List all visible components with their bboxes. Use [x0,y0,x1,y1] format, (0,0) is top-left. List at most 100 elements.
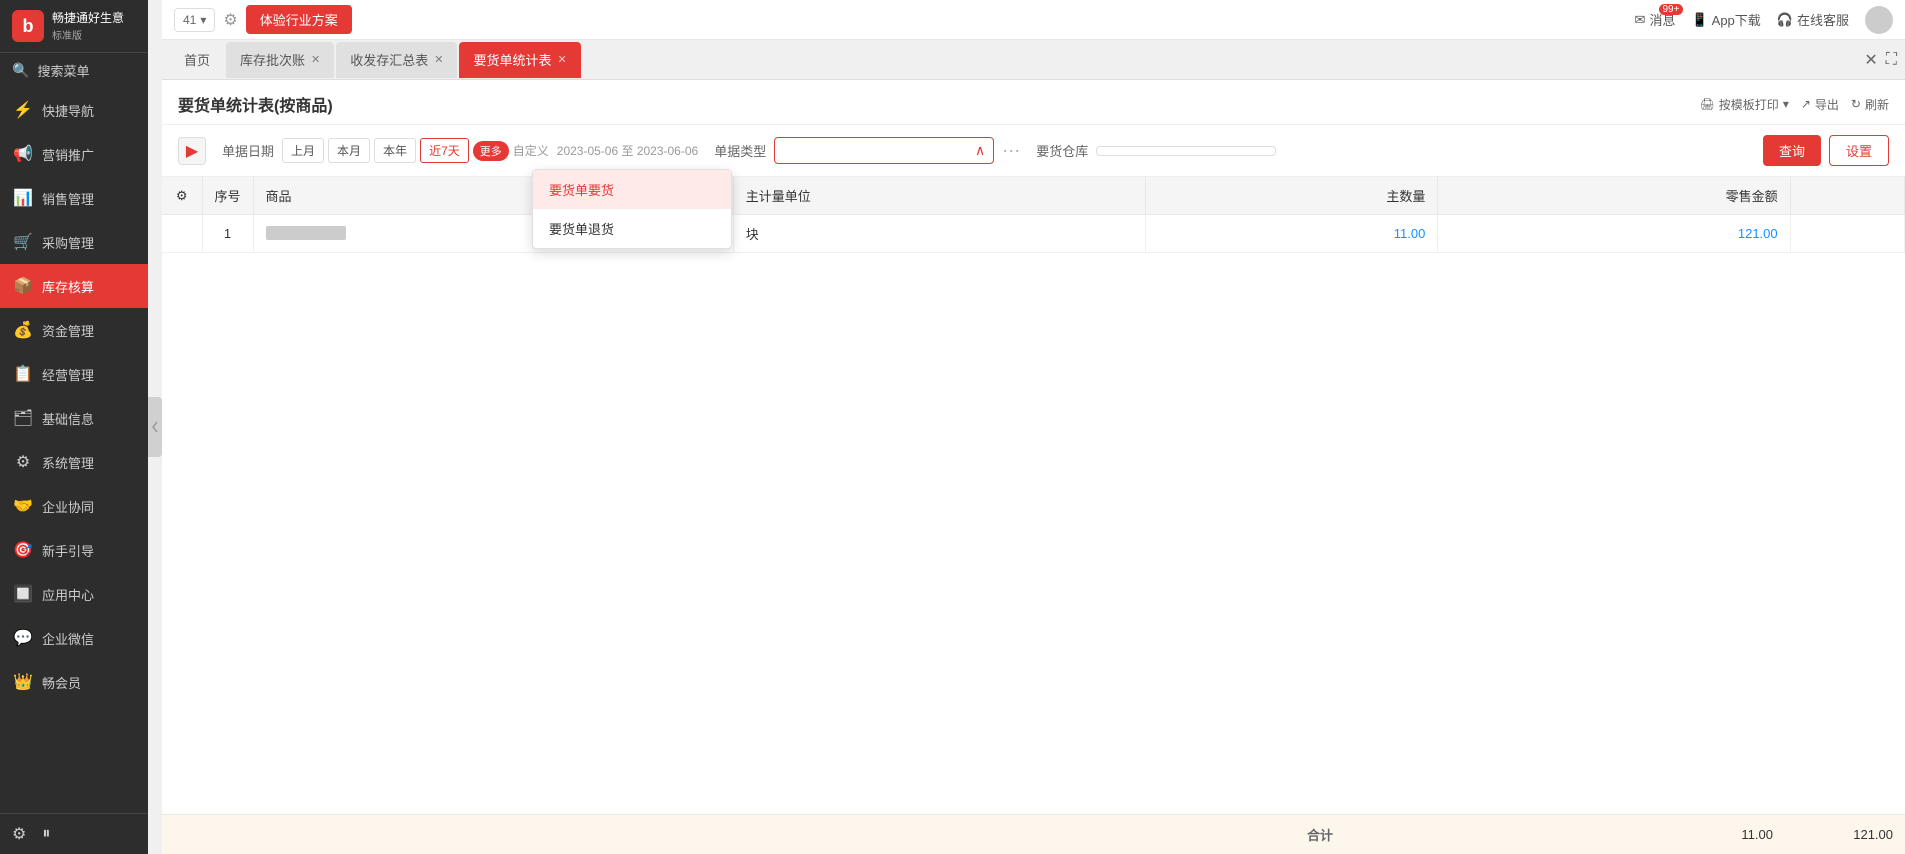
date-btn-7days[interactable]: 近7天 [420,138,469,163]
sales-icon: 📊 [12,187,34,209]
sidebar: b 畅捷通好生意 标准版 🔍 搜索菜单 ⚡ 快捷导航 📢 营销推广 📊 销售管理… [0,0,148,854]
wechat-icon: 💬 [12,627,34,649]
date-btn-more[interactable]: 更多 [473,141,509,161]
col-extra-header [1790,177,1904,215]
qty-link[interactable]: 11.00 [1394,226,1426,241]
sidebar-item-guide[interactable]: 🎯 新手引导 [0,528,148,572]
sidebar-item-member[interactable]: 👑 畅会员 [0,660,148,704]
logo-name: 畅捷通好生意 [52,10,124,27]
tab-close-all-icon[interactable]: ✕ [1864,50,1877,70]
topbar-left: 41 ▾ ⚙ 体验行业方案 [174,5,352,34]
col-unit-header: 主计量单位 [733,177,1145,215]
bottom-settings-icon[interactable]: ⚙ [12,824,26,844]
sidebar-item-wechat[interactable]: 💬 企业微信 [0,616,148,660]
type-select-dropdown[interactable]: ∧ [774,137,994,164]
col-settings-header[interactable]: ⚙ [162,177,202,215]
sidebar-item-marketing[interactable]: 📢 营销推广 [0,132,148,176]
message-icon: ✉ [1635,12,1646,28]
sidebar-item-operations[interactable]: 📋 经营管理 [0,352,148,396]
tab-order-stat[interactable]: 要货单统计表 ✕ [459,42,580,78]
bottom-collapse-icon[interactable]: ⏸ [42,825,50,843]
date-btn-prev-month[interactable]: 上月 [282,138,324,163]
footer-label: 合计 [1267,825,1333,844]
main-content: 41 ▾ ⚙ 体验行业方案 ✉ 消息 99+ 📱 App下载 🎧 在线客服 [162,0,1905,854]
sidebar-search[interactable]: 🔍 搜索菜单 [0,53,148,88]
print-button[interactable]: 🖨 按模板打印 ▾ [1700,96,1789,113]
quick-nav-label: 快捷导航 [42,101,94,120]
filter-action-buttons: 查询 设置 [1763,135,1889,166]
settings-button[interactable]: 设置 [1829,135,1889,166]
tab-shipper-summary[interactable]: 收发存汇总表 ✕ [336,42,457,78]
row-settings-cell [162,215,202,253]
date-filter-group: 单据日期 上月 本月 本年 近7天 更多 自定义 2023-05-06 至 20… [222,138,698,163]
sidebar-item-inventory[interactable]: 📦 库存核算 [0,264,148,308]
topbar-right: ✉ 消息 99+ 📱 App下载 🎧 在线客服 [1635,6,1893,34]
tab-inventory-batch-label: 库存批次账 [240,50,305,69]
sidebar-bottom: ⚙ ⏸ [0,813,148,854]
page-header: 要货单统计表(按商品) 🖨 按模板打印 ▾ ↗ 导出 ↻ 刷新 [162,80,1905,125]
user-avatar[interactable] [1865,6,1893,34]
type-filter-more-icon[interactable]: ··· [1002,140,1020,161]
trial-button[interactable]: 体验行业方案 [246,5,352,34]
export-button[interactable]: ↗ 导出 [1801,96,1839,113]
tab-shipper-summary-label: 收发存汇总表 [350,50,428,69]
table-area: ⚙ 序号 商品 主计量单位 主数量 零售金额 1 ████████ 块 [162,177,1905,814]
guide-label: 新手引导 [42,541,94,560]
app-download-button[interactable]: 📱 App下载 [1691,10,1760,29]
sidebar-item-system[interactable]: ⚙ 系统管理 [0,440,148,484]
tab-expand-icon[interactable]: ⛶ [1886,51,1897,69]
marketing-icon: 📢 [12,143,34,165]
dropdown-option-order-return[interactable]: 要货单退货 [533,209,731,248]
chevron-down-icon: ▾ [200,13,206,27]
row-extra-cell [1790,215,1904,253]
sidebar-item-finance[interactable]: 💰 资金管理 [0,308,148,352]
date-custom-btn[interactable]: 自定义 [513,142,549,159]
amount-link[interactable]: 121.00 [1738,226,1778,241]
online-service-button[interactable]: 🎧 在线客服 [1777,10,1849,29]
search-label: 搜索菜单 [37,61,89,80]
sidebar-collapse-handle[interactable] [148,397,162,457]
product-name-blurred: ████████ [266,226,346,240]
topbar-settings-icon[interactable]: ⚙ [223,10,237,30]
col-no-header: 序号 [202,177,253,215]
sales-label: 销售管理 [42,189,94,208]
date-btn-this-year[interactable]: 本年 [374,138,416,163]
export-icon: ↗ [1801,97,1811,111]
print-icon: 🖨 [1700,97,1715,111]
filter-expand-button[interactable]: ▶ [178,137,206,165]
app-center-label: 应用中心 [42,585,94,604]
sidebar-item-purchase[interactable]: 🛒 采购管理 [0,220,148,264]
message-button[interactable]: ✉ 消息 99+ [1635,10,1676,29]
dropdown-option-order-goods[interactable]: 要货单要货 [533,170,731,209]
date-filter-label: 单据日期 [222,141,274,160]
date-buttons: 上月 本月 本年 近7天 更多 自定义 [282,138,549,163]
query-button[interactable]: 查询 [1763,135,1821,166]
warehouse-filter-label: 要货仓库 [1036,141,1088,160]
topbar-dropdown[interactable]: 41 ▾ [174,8,215,32]
type-dropdown-popup: 要货单要货 要货单退货 [532,169,732,249]
print-label: 按模板打印 [1719,96,1779,113]
sidebar-item-app-center[interactable]: 🔲 应用中心 [0,572,148,616]
tab-shipper-summary-close[interactable]: ✕ [434,53,443,66]
operations-icon: 📋 [12,363,34,385]
download-icon: 📱 [1691,12,1707,28]
row-qty-cell: 11.00 [1145,215,1438,253]
tab-order-stat-close[interactable]: ✕ [558,53,567,66]
logo-icon: b [12,10,44,42]
sidebar-item-enterprise[interactable]: 🤝 企业协同 [0,484,148,528]
logo-text-block: 畅捷通好生意 标准版 [52,10,124,42]
refresh-icon: ↻ [1851,97,1861,111]
tab-home[interactable]: 首页 [170,42,224,78]
warehouse-select[interactable] [1096,146,1276,156]
date-btn-this-month[interactable]: 本月 [328,138,370,163]
sidebar-item-basic[interactable]: 🗂 基础信息 [0,396,148,440]
guide-icon: 🎯 [12,539,34,561]
purchase-icon: 🛒 [12,231,34,253]
table-row: 1 ████████ 块 11.00 121.00 [162,215,1905,253]
refresh-button[interactable]: ↻ 刷新 [1851,96,1889,113]
tab-inventory-batch-close[interactable]: ✕ [311,53,320,66]
sidebar-item-sales[interactable]: 📊 销售管理 [0,176,148,220]
sidebar-item-quick-nav[interactable]: ⚡ 快捷导航 [0,88,148,132]
tab-inventory-batch[interactable]: 库存批次账 ✕ [226,42,334,78]
sidebar-logo: b 畅捷通好生意 标准版 [0,0,148,53]
